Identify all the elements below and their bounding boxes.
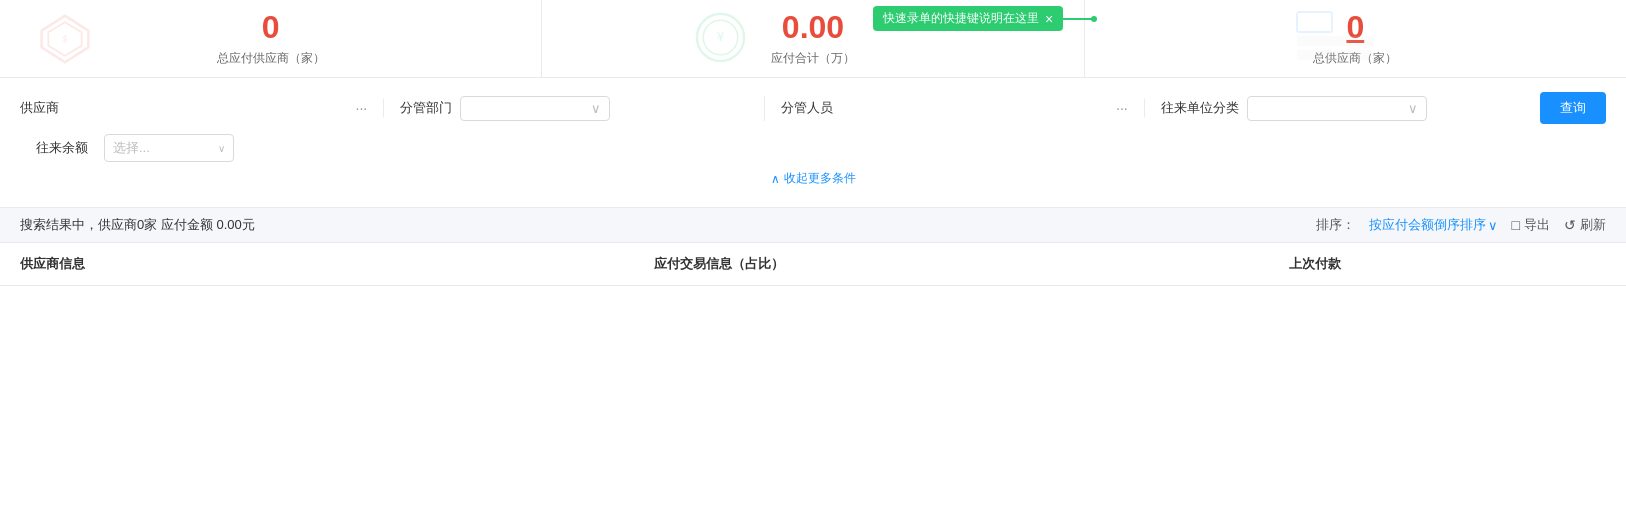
stat-total-supplier: 0 总供应商（家）	[1085, 0, 1626, 77]
circle-watermark-icon: ¥	[693, 10, 748, 65]
refresh-button[interactable]: ↺ 刷新	[1564, 216, 1606, 234]
diamond-watermark-icon: $	[40, 14, 90, 64]
total-payable-supplier-number: 0	[262, 10, 280, 45]
search-area: 供应商 ··· 分管部门 ∨ 分管人员 ··· 往来单位分类 ∨ 查询	[0, 78, 1626, 208]
result-bar: 搜索结果中，供应商0家 应付金额 0.00元 排序： 按应付会额倒序排序 ∨ □…	[0, 208, 1626, 243]
stat-total-payable-supplier: $ 0 总应付供应商（家）	[0, 0, 542, 77]
sort-select[interactable]: 按应付会额倒序排序 ∨	[1369, 216, 1498, 234]
manager-input[interactable]	[841, 101, 1117, 116]
export-label: 导出	[1524, 216, 1550, 234]
manager-label: 分管人员	[781, 99, 833, 117]
result-info: 搜索结果中，供应商0家 应付金额 0.00元	[20, 216, 255, 234]
stat-payable-total: ¥ 0.00 应付合计（万） 快速录单的快捷键说明在这里 ×	[542, 0, 1084, 77]
total-payable-supplier-label: 总应付供应商（家）	[217, 50, 325, 67]
col-header-supplier: 供应商信息	[20, 255, 654, 273]
collapse-label: 收起更多条件	[784, 170, 856, 187]
col-header-lastpay: 上次付款	[1289, 255, 1606, 273]
manager-field: 分管人员 ···	[765, 99, 1145, 117]
export-button[interactable]: □ 导出	[1512, 216, 1550, 234]
balance-label: 往来余额	[36, 139, 88, 157]
rect-watermark-icon	[1295, 10, 1375, 65]
table-body	[0, 286, 1626, 515]
svg-rect-7	[1297, 36, 1373, 46]
refresh-icon: ↺	[1564, 217, 1576, 233]
stats-bar: $ 0 总应付供应商（家） ¥ 0.00 应付合计（万） 快速录单的快捷键说明在…	[0, 0, 1626, 78]
category-label: 往来单位分类	[1161, 99, 1239, 117]
sort-label: 排序：	[1316, 216, 1355, 234]
supplier-input[interactable]	[67, 101, 356, 116]
category-field: 往来单位分类 ∨	[1145, 96, 1524, 121]
sort-value: 按应付会额倒序排序	[1369, 216, 1486, 234]
svg-rect-8	[1297, 50, 1373, 60]
supplier-label: 供应商	[20, 99, 59, 117]
category-select[interactable]: ∨	[1247, 96, 1427, 121]
collapse-row: ∧ 收起更多条件	[20, 162, 1606, 199]
collapse-button[interactable]: ∧ 收起更多条件	[755, 166, 872, 191]
dept-select[interactable]: ∨	[460, 96, 610, 121]
table-header: 供应商信息 应付交易信息（占比） 上次付款	[0, 243, 1626, 286]
manager-dots[interactable]: ···	[1116, 100, 1128, 116]
category-arrow: ∨	[1408, 101, 1418, 116]
sort-arrow: ∨	[1488, 218, 1498, 233]
table-area: 供应商信息 应付交易信息（占比） 上次付款	[0, 243, 1626, 515]
tooltip-text: 快速录单的快捷键说明在这里	[883, 10, 1039, 27]
dept-label: 分管部门	[400, 99, 452, 117]
search-row-2: 往来余额 选择... ∨	[20, 134, 1606, 162]
balance-arrow: ∨	[218, 143, 225, 154]
svg-text:¥: ¥	[716, 30, 724, 44]
balance-placeholder: 选择...	[113, 139, 150, 157]
tooltip-bar: 快速录单的快捷键说明在这里 ×	[873, 6, 1063, 31]
payable-total-number: 0.00	[782, 10, 844, 45]
tooltip-close-button[interactable]: ×	[1045, 12, 1053, 26]
svg-rect-6	[1297, 12, 1332, 32]
search-row-1: 供应商 ··· 分管部门 ∨ 分管人员 ··· 往来单位分类 ∨ 查询	[20, 92, 1606, 124]
supplier-dots[interactable]: ···	[356, 100, 368, 116]
query-button[interactable]: 查询	[1540, 92, 1606, 124]
supplier-field: 供应商 ···	[20, 99, 384, 117]
dept-arrow: ∨	[591, 101, 601, 116]
export-icon: □	[1512, 217, 1520, 233]
payable-total-label: 应付合计（万）	[771, 50, 855, 67]
balance-field: 往来余额 选择... ∨	[20, 134, 250, 162]
collapse-icon: ∧	[771, 172, 780, 186]
balance-select[interactable]: 选择... ∨	[104, 134, 234, 162]
tooltip-dot	[1089, 14, 1099, 24]
col-header-payable: 应付交易信息（占比）	[654, 255, 1288, 273]
dept-field: 分管部门 ∨	[384, 96, 764, 121]
refresh-label: 刷新	[1580, 216, 1606, 234]
svg-text:$: $	[63, 34, 68, 44]
result-actions: 排序： 按应付会额倒序排序 ∨ □ 导出 ↺ 刷新	[1316, 216, 1606, 234]
